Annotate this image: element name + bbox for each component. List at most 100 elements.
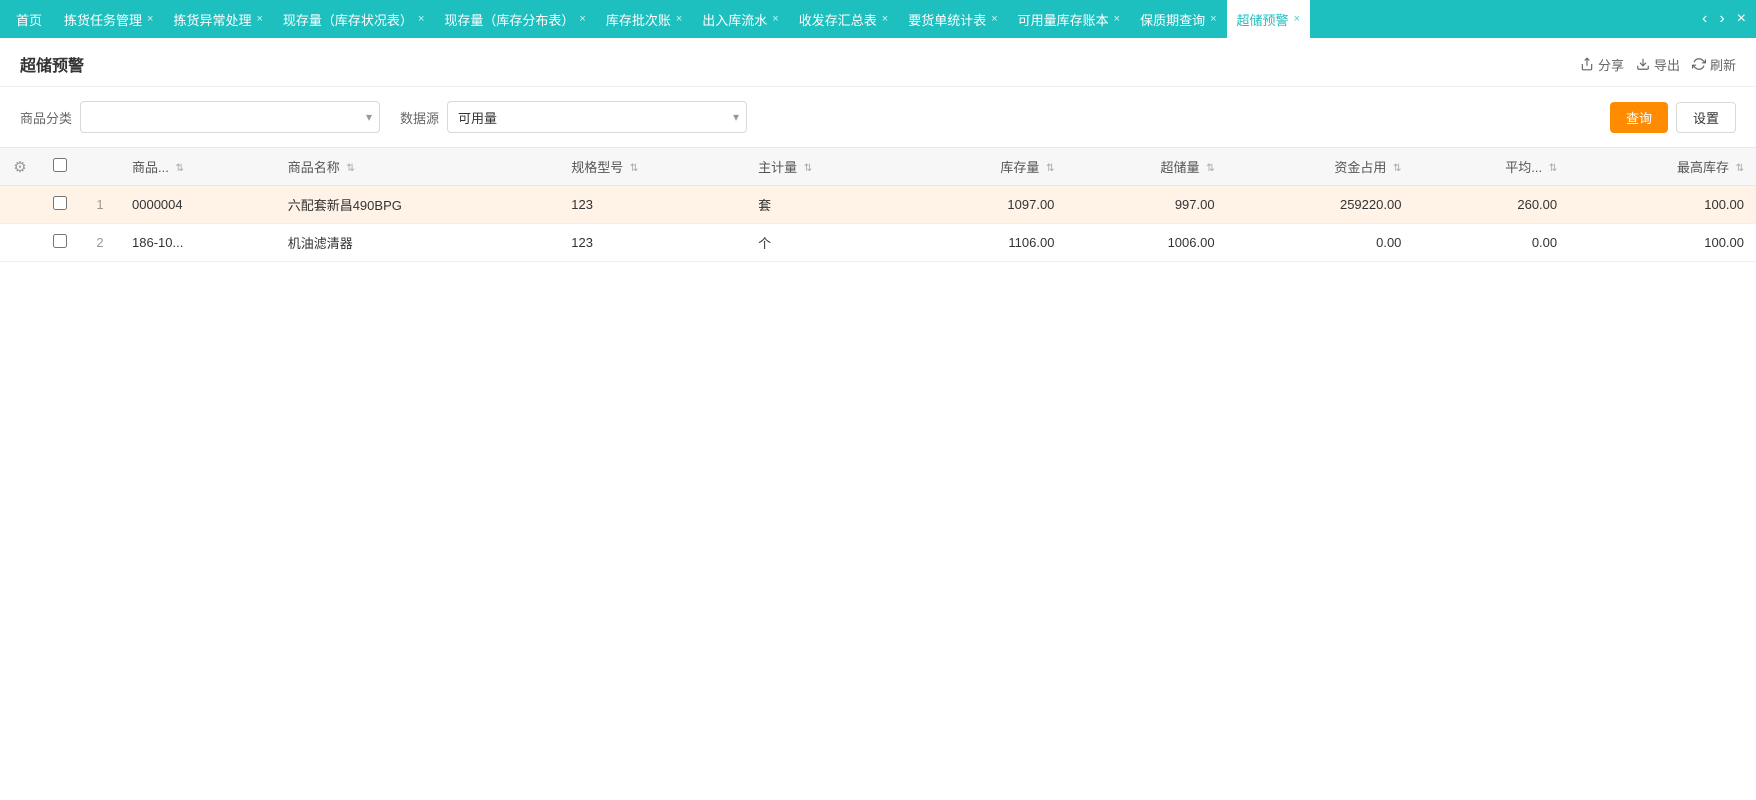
nav-tab-10[interactable]: 保质期查询 × bbox=[1130, 0, 1226, 38]
nav-close-arrow[interactable]: × bbox=[1731, 0, 1752, 38]
row-max-stock-0: 100.00 bbox=[1569, 186, 1756, 224]
col-product-code-label: 商品... bbox=[132, 160, 169, 175]
col-product-code[interactable]: 商品... ⇅ bbox=[120, 148, 276, 186]
row-num-0: 1 bbox=[80, 186, 120, 224]
refresh-label: 刷新 bbox=[1710, 55, 1736, 74]
nav-tab-3-close[interactable]: × bbox=[418, 13, 424, 25]
row-checkbox-1[interactable] bbox=[53, 234, 67, 248]
col-max-stock-sort-icon: ⇅ bbox=[1736, 163, 1744, 174]
row-product-code-1: 186-10... bbox=[120, 224, 276, 262]
nav-next-arrow[interactable]: › bbox=[1713, 0, 1730, 38]
share-button[interactable]: 分享 bbox=[1580, 55, 1624, 74]
col-capital[interactable]: 资金占用 ⇅ bbox=[1227, 148, 1414, 186]
row-gear-cell bbox=[0, 224, 40, 262]
nav-tab-2[interactable]: 拣货异常处理 × bbox=[163, 0, 272, 38]
category-select-wrapper: ▾ bbox=[80, 101, 380, 133]
nav-tab-8[interactable]: 要货单统计表 × bbox=[898, 0, 1007, 38]
header-actions: 分享 导出 刷新 bbox=[1580, 55, 1736, 74]
nav-tab-9-close[interactable]: × bbox=[1114, 13, 1120, 25]
col-spec[interactable]: 规格型号 ⇅ bbox=[559, 148, 746, 186]
nav-tab-6-label: 出入库流水 bbox=[702, 10, 767, 29]
col-stock[interactable]: 库存量 ⇅ bbox=[906, 148, 1066, 186]
nav-tab-1-close[interactable]: × bbox=[147, 13, 153, 25]
row-gear-cell bbox=[0, 186, 40, 224]
data-table: ⚙ 商品... ⇅ 商品名称 ⇅ 规格型号 bbox=[0, 147, 1756, 262]
row-stock-0: 1097.00 bbox=[906, 186, 1066, 224]
nav-tab-1-label: 拣货任务管理 bbox=[64, 10, 142, 29]
page-title: 超储预警 bbox=[20, 52, 84, 76]
category-filter: 商品分类 ▾ bbox=[20, 101, 380, 133]
nav-tab-8-label: 要货单统计表 bbox=[908, 10, 986, 29]
row-avg-price-1: 0.00 bbox=[1413, 224, 1569, 262]
nav-tab-9[interactable]: 可用量库存账本 × bbox=[1008, 0, 1130, 38]
col-gear: ⚙ bbox=[0, 148, 40, 186]
col-unit[interactable]: 主计量 ⇅ bbox=[746, 148, 906, 186]
nav-tab-10-label: 保质期查询 bbox=[1140, 10, 1205, 29]
export-button[interactable]: 导出 bbox=[1636, 55, 1680, 74]
col-capital-label: 资金占用 bbox=[1334, 160, 1386, 175]
row-stock-1: 1106.00 bbox=[906, 224, 1066, 262]
nav-tab-2-label: 拣货异常处理 bbox=[173, 10, 251, 29]
table-header-row: ⚙ 商品... ⇅ 商品名称 ⇅ 规格型号 bbox=[0, 148, 1756, 186]
page-content: 超储预警 分享 导出 刷新 bbox=[0, 38, 1756, 800]
col-product-name-label: 商品名称 bbox=[288, 160, 340, 175]
nav-tab-4-close[interactable]: × bbox=[579, 13, 585, 25]
col-spec-sort-icon: ⇅ bbox=[630, 163, 638, 174]
row-checkbox-cell bbox=[40, 224, 80, 262]
nav-tab-6[interactable]: 出入库流水 × bbox=[692, 0, 788, 38]
row-checkbox-cell bbox=[40, 186, 80, 224]
nav-tab-3[interactable]: 现存量（库存状况表） × bbox=[273, 0, 434, 38]
col-unit-label: 主计量 bbox=[758, 160, 797, 175]
select-all-checkbox[interactable] bbox=[53, 158, 67, 172]
query-button[interactable]: 查询 bbox=[1610, 102, 1668, 133]
nav-tab-5[interactable]: 库存批次账 × bbox=[596, 0, 692, 38]
nav-prev-arrow[interactable]: ‹ bbox=[1696, 0, 1713, 38]
row-avg-price-0: 260.00 bbox=[1413, 186, 1569, 224]
nav-tab-11-close[interactable]: × bbox=[1294, 13, 1300, 25]
col-avg-price-label: 平均... bbox=[1505, 160, 1542, 175]
nav-tab-7-label: 收发存汇总表 bbox=[799, 10, 877, 29]
nav-tab-7-close[interactable]: × bbox=[882, 13, 888, 25]
col-overstock[interactable]: 超储量 ⇅ bbox=[1066, 148, 1226, 186]
nav-arrows: ‹ › × bbox=[1696, 0, 1752, 38]
share-icon bbox=[1580, 57, 1594, 71]
export-icon bbox=[1636, 57, 1650, 71]
nav-tab-11[interactable]: 超储预警 × bbox=[1227, 0, 1310, 38]
nav-tab-11-label: 超储预警 bbox=[1237, 10, 1289, 29]
nav-tab-7[interactable]: 收发存汇总表 × bbox=[789, 0, 898, 38]
row-spec-1: 123 bbox=[559, 224, 746, 262]
nav-tab-5-label: 库存批次账 bbox=[606, 10, 671, 29]
row-unit-0: 套 bbox=[746, 186, 906, 224]
page-header: 超储预警 分享 导出 刷新 bbox=[0, 38, 1756, 87]
table-row: 2 186-10... 机油滤清器 123 个 1106.00 1006.00 … bbox=[0, 224, 1756, 262]
row-checkbox-0[interactable] bbox=[53, 196, 67, 210]
settings-button[interactable]: 设置 bbox=[1676, 102, 1736, 133]
row-overstock-0: 997.00 bbox=[1066, 186, 1226, 224]
col-avg-price[interactable]: 平均... ⇅ bbox=[1413, 148, 1569, 186]
nav-tab-5-close[interactable]: × bbox=[676, 13, 682, 25]
export-label: 导出 bbox=[1654, 55, 1680, 74]
nav-tab-1[interactable]: 拣货任务管理 × bbox=[54, 0, 163, 38]
col-overstock-sort-icon: ⇅ bbox=[1206, 163, 1214, 174]
col-overstock-label: 超储量 bbox=[1161, 160, 1200, 175]
nav-tab-9-label: 可用量库存账本 bbox=[1018, 10, 1109, 29]
row-max-stock-1: 100.00 bbox=[1569, 224, 1756, 262]
datasource-select-wrapper: 可用量 ▾ bbox=[447, 101, 747, 133]
row-overstock-1: 1006.00 bbox=[1066, 224, 1226, 262]
row-unit-1: 个 bbox=[746, 224, 906, 262]
nav-tab-6-close[interactable]: × bbox=[772, 13, 778, 25]
gear-icon[interactable]: ⚙ bbox=[13, 159, 26, 176]
nav-tab-3-label: 现存量（库存状况表） bbox=[283, 10, 413, 29]
col-product-code-sort-icon: ⇅ bbox=[175, 163, 183, 174]
nav-tab-4[interactable]: 现存量（库存分布表） × bbox=[434, 0, 595, 38]
refresh-button[interactable]: 刷新 bbox=[1692, 55, 1736, 74]
refresh-icon bbox=[1692, 57, 1706, 71]
col-max-stock[interactable]: 最高库存 ⇅ bbox=[1569, 148, 1756, 186]
nav-tab-8-close[interactable]: × bbox=[991, 13, 997, 25]
nav-home[interactable]: 首页 bbox=[4, 0, 54, 38]
category-input[interactable] bbox=[80, 101, 380, 133]
col-product-name[interactable]: 商品名称 ⇅ bbox=[276, 148, 560, 186]
nav-tab-10-close[interactable]: × bbox=[1210, 13, 1216, 25]
datasource-input[interactable]: 可用量 bbox=[447, 101, 747, 133]
nav-tab-2-close[interactable]: × bbox=[256, 13, 262, 25]
